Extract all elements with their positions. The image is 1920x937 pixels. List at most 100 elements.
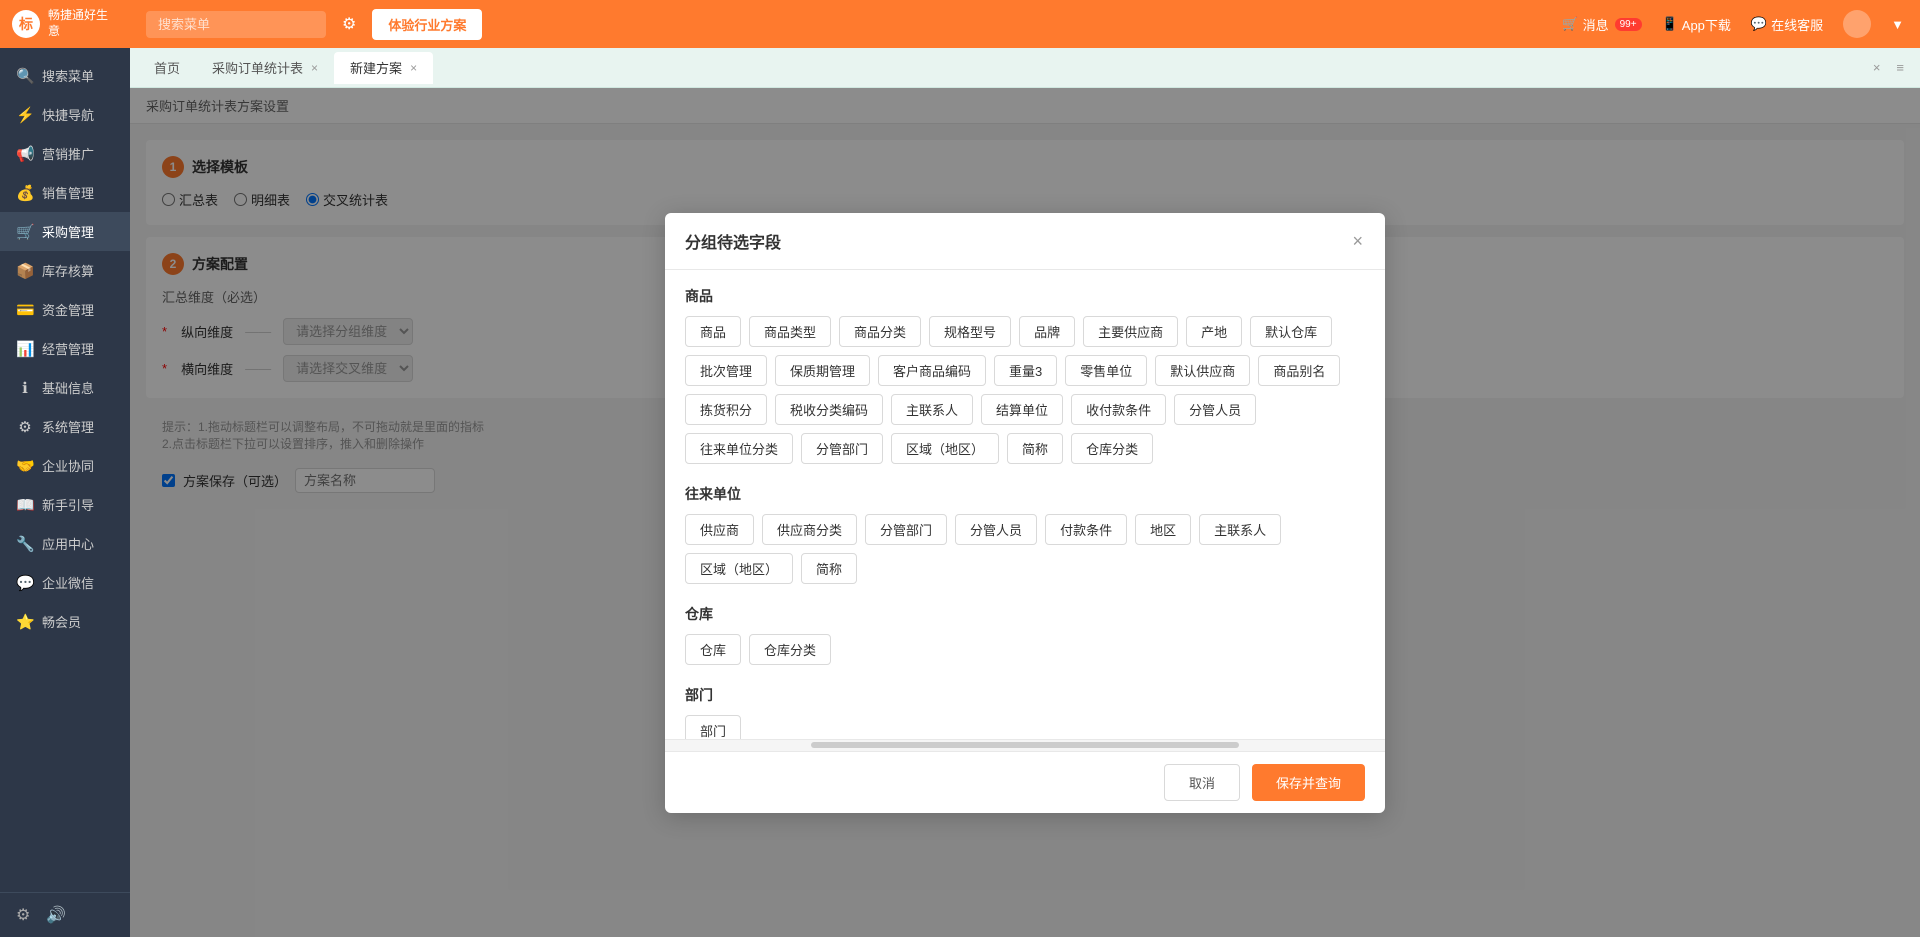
field-tag-goods-9[interactable]: 保质期管理 xyxy=(775,355,870,386)
sidebar-label-12: 应用中心 xyxy=(42,534,94,553)
sidebar-item-2[interactable]: 📢营销推广 xyxy=(0,134,130,173)
sidebar-item-1[interactable]: ⚡快捷导航 xyxy=(0,95,130,134)
field-tag-warehouse-0[interactable]: 仓库 xyxy=(685,634,741,665)
avatar[interactable] xyxy=(1843,10,1871,38)
sidebar-icon-2: 📢 xyxy=(16,145,34,163)
field-tag-goods-8[interactable]: 批次管理 xyxy=(685,355,767,386)
field-tag-goods-14[interactable]: 商品别名 xyxy=(1258,355,1340,386)
tab-close-all[interactable]: × xyxy=(1865,60,1889,75)
confirm-button[interactable]: 保存并查询 xyxy=(1252,764,1365,801)
field-tag-goods-25[interactable]: 仓库分类 xyxy=(1071,433,1153,464)
sidebar-item-10[interactable]: 🤝企业协同 xyxy=(0,446,130,485)
sidebar-icon-9: ⚙ xyxy=(16,418,34,436)
search-input[interactable] xyxy=(146,11,326,38)
phone-icon: 📱 xyxy=(1662,16,1678,32)
tab-new-scheme-close[interactable]: × xyxy=(410,61,417,75)
field-tag-partner-5[interactable]: 地区 xyxy=(1135,514,1191,545)
sidebar-item-5[interactable]: 📦库存核算 xyxy=(0,251,130,290)
field-tag-warehouse-1[interactable]: 仓库分类 xyxy=(749,634,831,665)
field-tag-goods-20[interactable]: 分管人员 xyxy=(1174,394,1256,425)
modal-body[interactable]: 商品商品商品类型商品分类规格型号品牌主要供应商产地默认仓库批次管理保质期管理客户… xyxy=(665,270,1385,739)
sidebar-icon-13: 💬 xyxy=(16,574,34,592)
sidebar-icon-12: 🔧 xyxy=(16,535,34,553)
sidebar-label-8: 基础信息 xyxy=(42,378,94,397)
sidebar-item-4[interactable]: 🛒采购管理 xyxy=(0,212,130,251)
tab-new-scheme[interactable]: 新建方案 × xyxy=(334,52,433,84)
modal-close-button[interactable]: × xyxy=(1350,230,1365,252)
field-tag-goods-22[interactable]: 分管部门 xyxy=(801,433,883,464)
field-tag-goods-5[interactable]: 主要供应商 xyxy=(1083,316,1178,347)
field-tag-goods-16[interactable]: 税收分类编码 xyxy=(775,394,883,425)
sidebar-item-3[interactable]: 💰销售管理 xyxy=(0,173,130,212)
field-tag-goods-13[interactable]: 默认供应商 xyxy=(1155,355,1250,386)
field-tag-goods-10[interactable]: 客户商品编码 xyxy=(878,355,986,386)
sidebar-item-12[interactable]: 🔧 应用中心 xyxy=(0,524,130,563)
tab-menu[interactable]: ≡ xyxy=(1888,60,1912,75)
field-tags-department: 部门 xyxy=(685,715,1365,739)
field-tag-goods-24[interactable]: 简称 xyxy=(1007,433,1063,464)
sidebar-item-8[interactable]: ℹ 基础信息 xyxy=(0,368,130,407)
app-download-item[interactable]: 📱 App下载 xyxy=(1662,15,1731,34)
field-tag-goods-0[interactable]: 商品 xyxy=(685,316,741,347)
field-tag-partner-6[interactable]: 主联系人 xyxy=(1199,514,1281,545)
field-tag-goods-21[interactable]: 往来单位分类 xyxy=(685,433,793,464)
field-tag-partner-4[interactable]: 付款条件 xyxy=(1045,514,1127,545)
section-warehouse: 仓库仓库仓库分类 xyxy=(685,604,1365,665)
field-tag-goods-6[interactable]: 产地 xyxy=(1186,316,1242,347)
sidebar: 标 畅捷通好生意 🔍搜索菜单⚡快捷导航📢营销推广💰销售管理🛒采购管理📦库存核算💳… xyxy=(0,0,130,937)
sidebar-item-13[interactable]: 💬企业微信 xyxy=(0,563,130,602)
field-tag-goods-7[interactable]: 默认仓库 xyxy=(1250,316,1332,347)
field-tag-goods-3[interactable]: 规格型号 xyxy=(929,316,1011,347)
user-arrow[interactable]: ▼ xyxy=(1891,17,1904,32)
top-header: ⚙ 体验行业方案 🛒 消息 99+ 📱 App下载 💬 在线客服 ▼ xyxy=(130,0,1920,48)
field-tag-goods-4[interactable]: 品牌 xyxy=(1019,316,1075,347)
field-tag-goods-23[interactable]: 区域（地区） xyxy=(891,433,999,464)
app-download-label: App下载 xyxy=(1682,15,1731,34)
sidebar-label-11: 新手引导 xyxy=(42,495,94,514)
section-title-warehouse: 仓库 xyxy=(685,604,1365,624)
message-item[interactable]: 🛒 消息 99+ xyxy=(1562,15,1641,34)
sidebar-item-9[interactable]: ⚙系统管理 xyxy=(0,407,130,446)
sidebar-item-0[interactable]: 🔍搜索菜单 xyxy=(0,56,130,95)
sidebar-icon-8: ℹ xyxy=(16,379,34,397)
sidebar-item-11[interactable]: 📖新手引导 xyxy=(0,485,130,524)
horizontal-scrollbar[interactable] xyxy=(811,742,1238,748)
tab-purchase-stats[interactable]: 采购订单统计表 × xyxy=(196,52,334,84)
modal-overlay: 分组待选字段 × 商品商品商品类型商品分类规格型号品牌主要供应商产地默认仓库批次… xyxy=(130,88,1920,937)
field-tag-goods-15[interactable]: 拣货积分 xyxy=(685,394,767,425)
modal-footer: 取消 保存并查询 xyxy=(665,751,1385,813)
field-tag-partner-8[interactable]: 简称 xyxy=(801,553,857,584)
online-service-item[interactable]: 💬 在线客服 xyxy=(1751,15,1823,34)
field-tag-partner-7[interactable]: 区域（地区） xyxy=(685,553,793,584)
tab-bar: 首页 采购订单统计表 × 新建方案 × × ≡ xyxy=(130,48,1920,88)
field-tag-goods-11[interactable]: 重量3 xyxy=(994,355,1057,386)
sidebar-item-7[interactable]: 📊经营管理 xyxy=(0,329,130,368)
cancel-button[interactable]: 取消 xyxy=(1164,764,1240,801)
field-tag-goods-17[interactable]: 主联系人 xyxy=(891,394,973,425)
field-tag-department-0[interactable]: 部门 xyxy=(685,715,741,739)
field-tag-goods-19[interactable]: 收付款条件 xyxy=(1071,394,1166,425)
field-tag-goods-1[interactable]: 商品类型 xyxy=(749,316,831,347)
tab-purchase-close[interactable]: × xyxy=(311,61,318,75)
field-tag-goods-18[interactable]: 结算单位 xyxy=(981,394,1063,425)
trial-button[interactable]: 体验行业方案 xyxy=(372,9,482,40)
field-tag-goods-12[interactable]: 零售单位 xyxy=(1065,355,1147,386)
sidebar-icon-0: 🔍 xyxy=(16,67,34,85)
field-tag-partner-1[interactable]: 供应商分类 xyxy=(762,514,857,545)
sidebar-item-14[interactable]: ⭐畅会员 xyxy=(0,602,130,641)
cart-icon: 🛒 xyxy=(1562,16,1578,32)
sound-icon[interactable]: 🔊 xyxy=(46,905,66,925)
tab-purchase-stats-label: 采购订单统计表 xyxy=(212,58,303,77)
field-tags-warehouse: 仓库仓库分类 xyxy=(685,634,1365,665)
settings-icon[interactable]: ⚙ xyxy=(16,905,30,925)
gear-button[interactable]: ⚙ xyxy=(338,10,360,38)
field-tag-partner-3[interactable]: 分管人员 xyxy=(955,514,1037,545)
field-tag-partner-0[interactable]: 供应商 xyxy=(685,514,754,545)
field-tag-goods-2[interactable]: 商品分类 xyxy=(839,316,921,347)
sidebar-label-4: 采购管理 xyxy=(42,222,94,241)
message-badge: 99+ xyxy=(1615,18,1642,31)
sidebar-item-6[interactable]: 💳资金管理 xyxy=(0,290,130,329)
modal-scroll-bottom[interactable] xyxy=(665,739,1385,751)
field-tag-partner-2[interactable]: 分管部门 xyxy=(865,514,947,545)
tab-home[interactable]: 首页 xyxy=(138,52,196,84)
